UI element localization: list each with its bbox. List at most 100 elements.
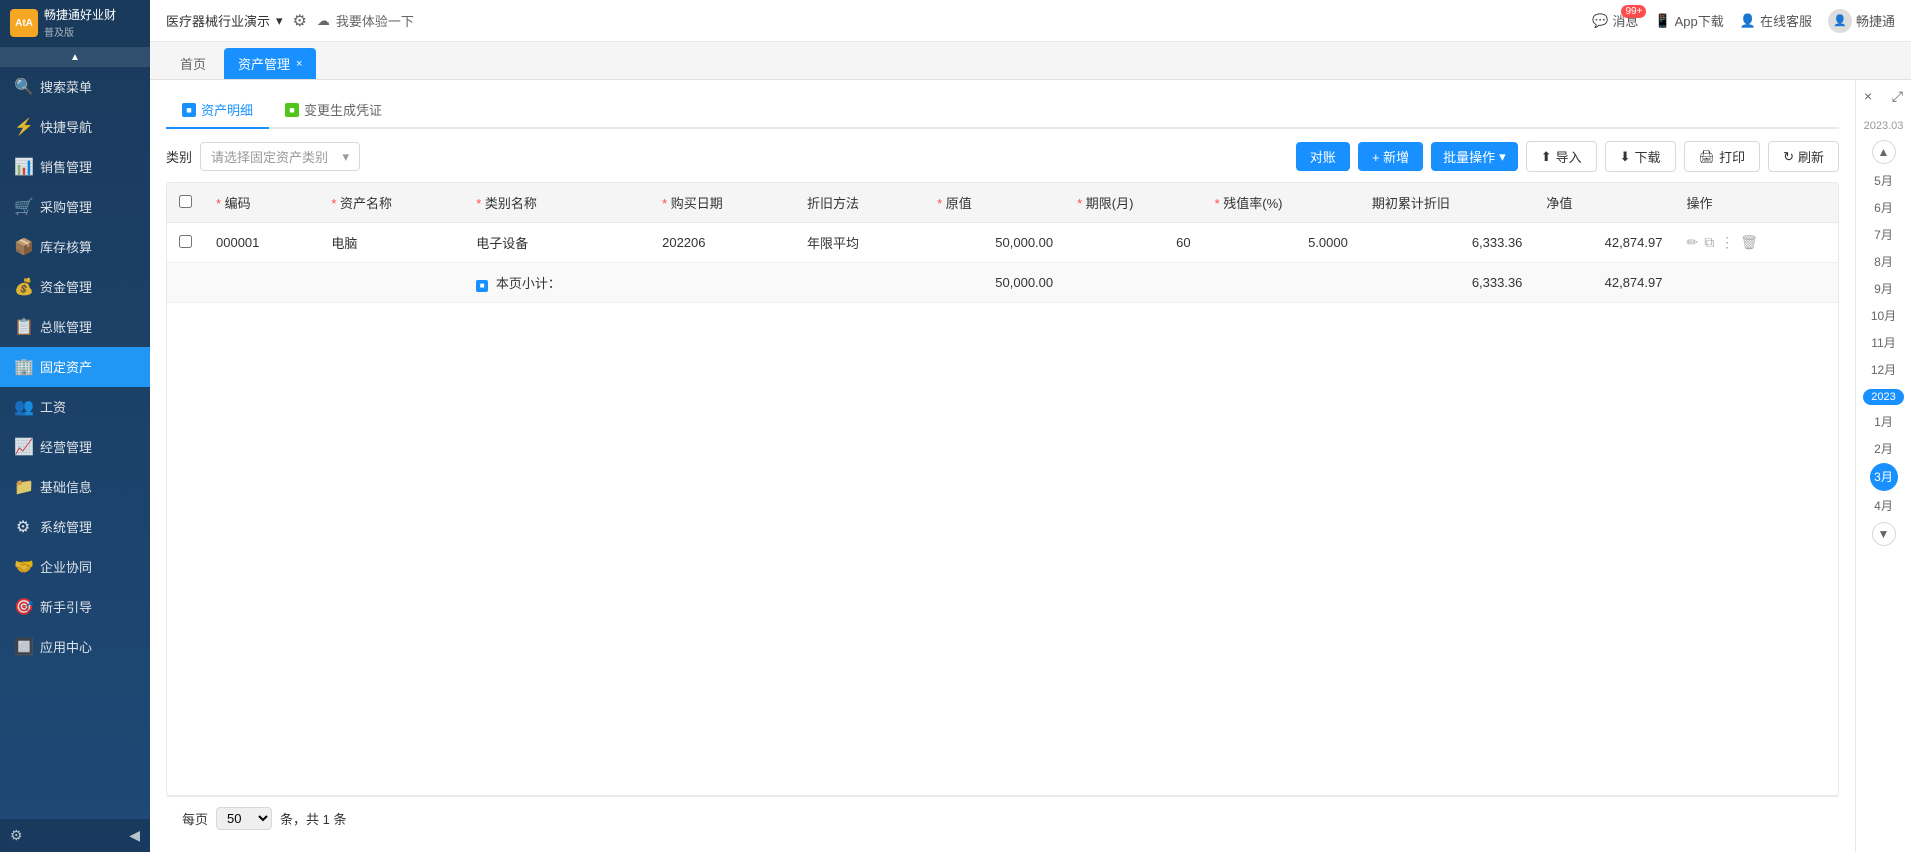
- category-filter[interactable]: 请选择固定资产类别 ▾: [200, 142, 360, 171]
- sidebar-item-finance[interactable]: 💰 资金管理: [0, 267, 150, 307]
- year-label: 2023.03: [1864, 120, 1904, 132]
- company-name: 医疗器械行业演示: [166, 11, 270, 30]
- page-content: ■ 资产明细 ■ 变更生成凭证 类别 请选择固定资产类别 ▾: [150, 80, 1911, 852]
- sidebar-item-basic-info[interactable]: 📁 基础信息: [0, 467, 150, 507]
- asset-table-wrapper: * 编码 * 资产名称 * 类别名称 * 购买日期 折旧方法 * 原值 * 期限…: [166, 182, 1839, 796]
- message-icon: 💬: [1592, 13, 1608, 29]
- sidebar-scroll-up[interactable]: ▲: [0, 48, 150, 67]
- cloud-icon: ☁: [317, 13, 330, 29]
- month-item-7[interactable]: 7月: [1860, 222, 1907, 247]
- toolbar-left: 类别 请选择固定资产类别 ▾: [166, 142, 360, 171]
- sidebar-item-label: 系统管理: [40, 517, 92, 536]
- download-button[interactable]: ⬇ 下载: [1605, 141, 1676, 172]
- sidebar-item-label: 库存核算: [40, 237, 92, 256]
- sidebar-item-ledger[interactable]: 📋 总账管理: [0, 307, 150, 347]
- enterprise-icon: 🤝: [14, 557, 32, 577]
- month-item-12[interactable]: 12月: [1860, 357, 1907, 382]
- collapse-sidebar-icon[interactable]: ◀: [129, 827, 140, 844]
- month-item-1[interactable]: 1月: [1860, 409, 1907, 434]
- month-item-6[interactable]: 6月: [1860, 195, 1907, 220]
- month-item-2[interactable]: 2月: [1860, 436, 1907, 461]
- reconcile-button[interactable]: 对账: [1296, 142, 1350, 171]
- batch-operation-button[interactable]: 批量操作 ▾: [1431, 142, 1518, 171]
- tab-home[interactable]: 首页: [166, 48, 220, 79]
- app-logo: AtA 畅捷通好业财 普及版: [0, 0, 150, 48]
- sidebar-item-purchase[interactable]: 🛒 采购管理: [0, 187, 150, 227]
- row-category: 电子设备: [464, 223, 650, 263]
- purchase-icon: 🛒: [14, 197, 32, 217]
- company-selector[interactable]: 医疗器械行业演示 ▾: [166, 11, 283, 30]
- filter-label: 类别: [166, 147, 192, 166]
- system-icon: ⚙: [14, 517, 32, 537]
- sidebar-item-label: 企业协同: [40, 557, 92, 576]
- sidebar-item-salary[interactable]: 👥 工资: [0, 387, 150, 427]
- sidebar-item-operations[interactable]: 📈 经营管理: [0, 427, 150, 467]
- sidebar-item-enterprise[interactable]: 🤝 企业协同: [0, 547, 150, 587]
- sidebar-item-search[interactable]: 🔍 搜索菜单: [0, 67, 150, 107]
- experience-button[interactable]: ☁ 我要体验一下: [317, 11, 414, 30]
- row-actions: ✏ ⧉ ⋮ 🗑: [1674, 223, 1838, 263]
- settings-bottom-icon[interactable]: ⚙: [10, 827, 23, 844]
- main-content: 医疗器械行业演示 ▾ ⚙ ☁ 我要体验一下 💬 消息 99+ 📱 App下载 👤…: [150, 0, 1911, 852]
- header-left: 医疗器械行业演示 ▾ ⚙ ☁ 我要体验一下: [166, 11, 414, 31]
- sidebar-item-sales[interactable]: 📊 销售管理: [0, 147, 150, 187]
- sub-tab-change-voucher[interactable]: ■ 变更生成凭证: [269, 92, 398, 129]
- month-item-5[interactable]: 5月: [1860, 168, 1907, 193]
- current-year-label: 2023: [1863, 389, 1903, 405]
- close-panel-button[interactable]: ×: [1864, 88, 1872, 104]
- sidebar-item-quick-nav[interactable]: ⚡ 快捷导航: [0, 107, 150, 147]
- panel-scroll-down[interactable]: ▼: [1872, 522, 1896, 546]
- user-menu[interactable]: 👤 畅捷通: [1828, 9, 1895, 33]
- right-panel: × ⤢ 2023.03 ▲ 5月 6月 7月 8月 9月 10月 11月 12月…: [1855, 80, 1911, 852]
- row-checkbox[interactable]: [179, 235, 192, 248]
- subtotal-label: ■ 本页小计：: [464, 263, 650, 303]
- sub-tab-asset-detail[interactable]: ■ 资产明细: [166, 92, 269, 129]
- change-voucher-icon: ■: [285, 103, 299, 117]
- inventory-icon: 📦: [14, 237, 32, 257]
- export-button[interactable]: ⬆ 导入: [1526, 141, 1597, 172]
- month-item-3[interactable]: 3月: [1870, 463, 1898, 491]
- copy-action[interactable]: ⧉: [1704, 234, 1714, 251]
- page-size-select[interactable]: 50 10 20 100: [216, 807, 272, 830]
- edit-action[interactable]: ✏: [1686, 234, 1698, 251]
- logo-text: 畅捷通好业财: [44, 8, 116, 24]
- sales-icon: 📊: [14, 157, 32, 177]
- sidebar-item-app-center[interactable]: 🔲 应用中心: [0, 627, 150, 667]
- month-item-4[interactable]: 4月: [1860, 493, 1907, 518]
- month-item-11[interactable]: 11月: [1860, 330, 1907, 355]
- tab-close-icon[interactable]: ×: [296, 58, 302, 70]
- app-download-button[interactable]: 📱 App下载: [1654, 11, 1723, 30]
- message-button[interactable]: 💬 消息 99+: [1592, 11, 1638, 30]
- month-item-8[interactable]: 8月: [1860, 249, 1907, 274]
- fixed-assets-icon: 🏢: [14, 357, 32, 377]
- tab-asset-mgmt[interactable]: 资产管理 ×: [224, 48, 316, 79]
- expand-panel-button[interactable]: ⤢: [1892, 88, 1903, 105]
- refresh-icon: ↻: [1783, 149, 1794, 165]
- panel-scroll-up[interactable]: ▲: [1872, 140, 1896, 164]
- header-settings-icon[interactable]: ⚙: [293, 11, 307, 31]
- more-action[interactable]: ⋮: [1720, 234, 1734, 251]
- service-icon: 👤: [1740, 13, 1756, 29]
- row-net-value: 42,874.97: [1534, 223, 1674, 263]
- row-period: 60: [1065, 223, 1202, 263]
- refresh-button[interactable]: ↻ 刷新: [1768, 141, 1839, 172]
- online-service-button[interactable]: 👤 在线客服: [1740, 11, 1812, 30]
- sidebar-item-label: 工资: [40, 397, 66, 416]
- th-checkbox: [167, 183, 204, 223]
- table-footer: 每页 50 10 20 100 条，共 1 条: [166, 796, 1839, 840]
- sidebar-item-guide[interactable]: 🎯 新手引导: [0, 587, 150, 627]
- sidebar-item-inventory[interactable]: 📦 库存核算: [0, 227, 150, 267]
- th-actions: 操作: [1674, 183, 1838, 223]
- print-button[interactable]: 🖨 打印: [1684, 141, 1761, 172]
- delete-action[interactable]: 🗑: [1740, 234, 1758, 251]
- sidebar-bottom: ⚙ ◀: [0, 819, 150, 852]
- new-button[interactable]: + 新增: [1358, 142, 1423, 171]
- month-item-10[interactable]: 10月: [1860, 303, 1907, 328]
- sidebar-item-system[interactable]: ⚙ 系统管理: [0, 507, 150, 547]
- asset-detail-icon: ■: [182, 103, 196, 117]
- month-item-9[interactable]: 9月: [1860, 276, 1907, 301]
- sidebar-item-label: 新手引导: [40, 597, 92, 616]
- sidebar-item-fixed-assets[interactable]: 🏢 固定资产: [0, 347, 150, 387]
- select-all-checkbox[interactable]: [179, 195, 192, 208]
- sidebar-item-label: 搜索菜单: [40, 77, 92, 96]
